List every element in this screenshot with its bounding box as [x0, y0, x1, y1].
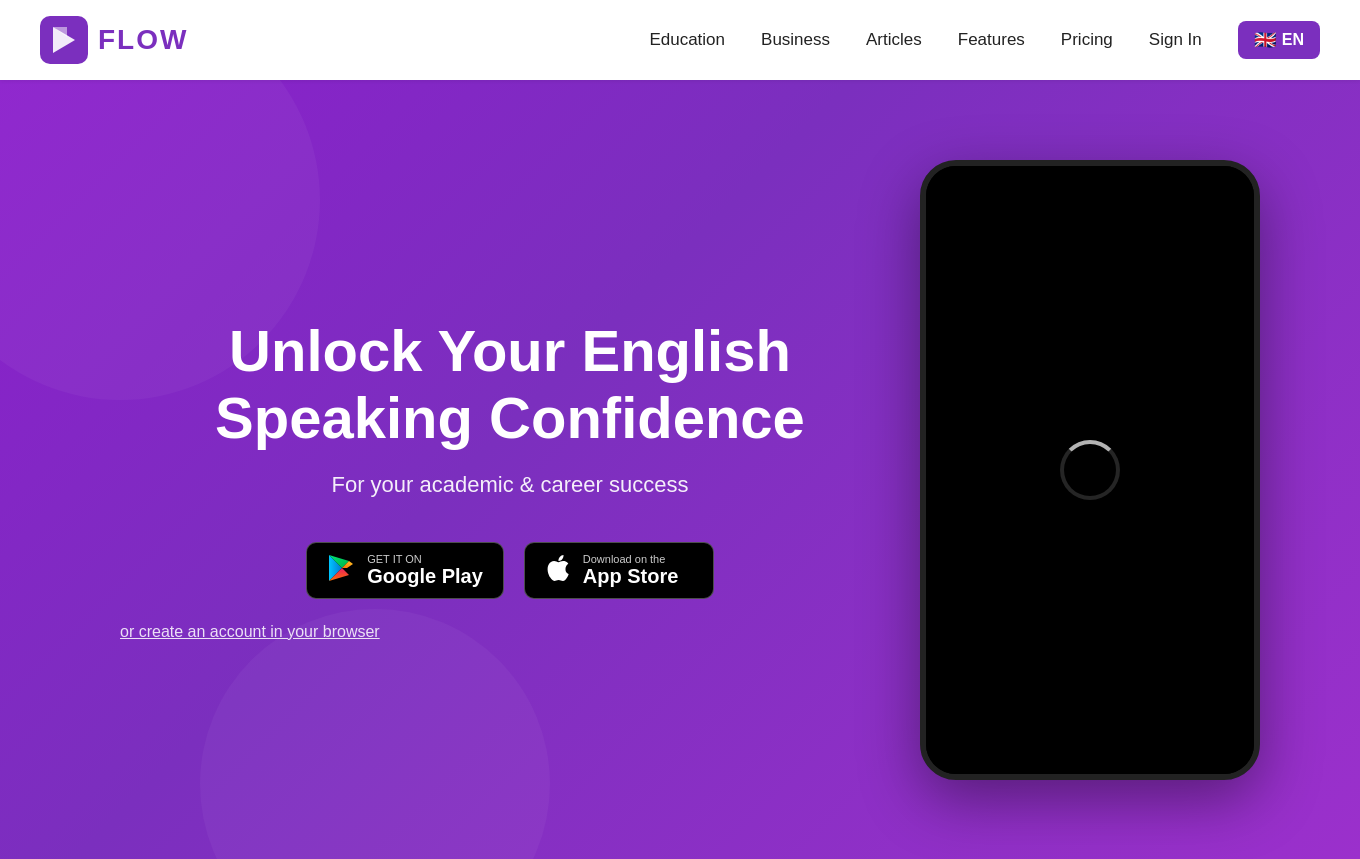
google-play-icon [327, 554, 355, 587]
phone-mockup [920, 160, 1260, 780]
browser-link[interactable]: or create an account in your browser [120, 623, 380, 641]
header: FLOW Education Business Articles Feature… [0, 0, 1360, 80]
google-play-big-text: Google Play [367, 565, 483, 588]
hero-title: Unlock Your English Speaking Confidence [120, 318, 900, 451]
app-store-button[interactable]: Download on the App Store [524, 542, 714, 599]
nav-articles[interactable]: Articles [866, 30, 922, 50]
app-store-big-text: App Store [583, 565, 679, 588]
app-store-text: Download on the App Store [583, 553, 679, 588]
nav-education[interactable]: Education [649, 30, 725, 50]
google-play-button[interactable]: GET IT ON Google Play [306, 542, 504, 599]
nav-features[interactable]: Features [958, 30, 1025, 50]
cta-buttons: GET IT ON Google Play Download on the Ap… [120, 542, 900, 599]
logo-icon [40, 16, 88, 64]
phone-notch [1050, 166, 1130, 186]
app-store-small-text: Download on the [583, 553, 679, 565]
hero-title-line2: Speaking Confidence [215, 385, 805, 450]
hero-section: Unlock Your English Speaking Confidence … [0, 80, 1360, 859]
logo-wordmark: FLOW [98, 24, 188, 56]
logo[interactable]: FLOW [40, 16, 188, 64]
nav-pricing[interactable]: Pricing [1061, 30, 1113, 50]
lang-code: EN [1282, 31, 1304, 49]
phone-screen [926, 166, 1254, 774]
nav-business[interactable]: Business [761, 30, 830, 50]
hero-content: Unlock Your English Speaking Confidence … [80, 298, 900, 640]
hero-title-line1: Unlock Your English [229, 318, 791, 383]
hero-subtitle: For your academic & career success [120, 472, 900, 498]
nav-signin[interactable]: Sign In [1149, 30, 1202, 50]
main-nav: Education Business Articles Features Pri… [649, 21, 1320, 59]
loading-spinner [1060, 440, 1120, 500]
app-store-icon [545, 554, 571, 587]
flag-icon: 🇬🇧 [1254, 29, 1276, 51]
lang-switcher[interactable]: 🇬🇧 EN [1238, 21, 1320, 59]
phone-mockup-container [900, 160, 1280, 780]
google-play-small-text: GET IT ON [367, 553, 483, 565]
google-play-text: GET IT ON Google Play [367, 553, 483, 588]
